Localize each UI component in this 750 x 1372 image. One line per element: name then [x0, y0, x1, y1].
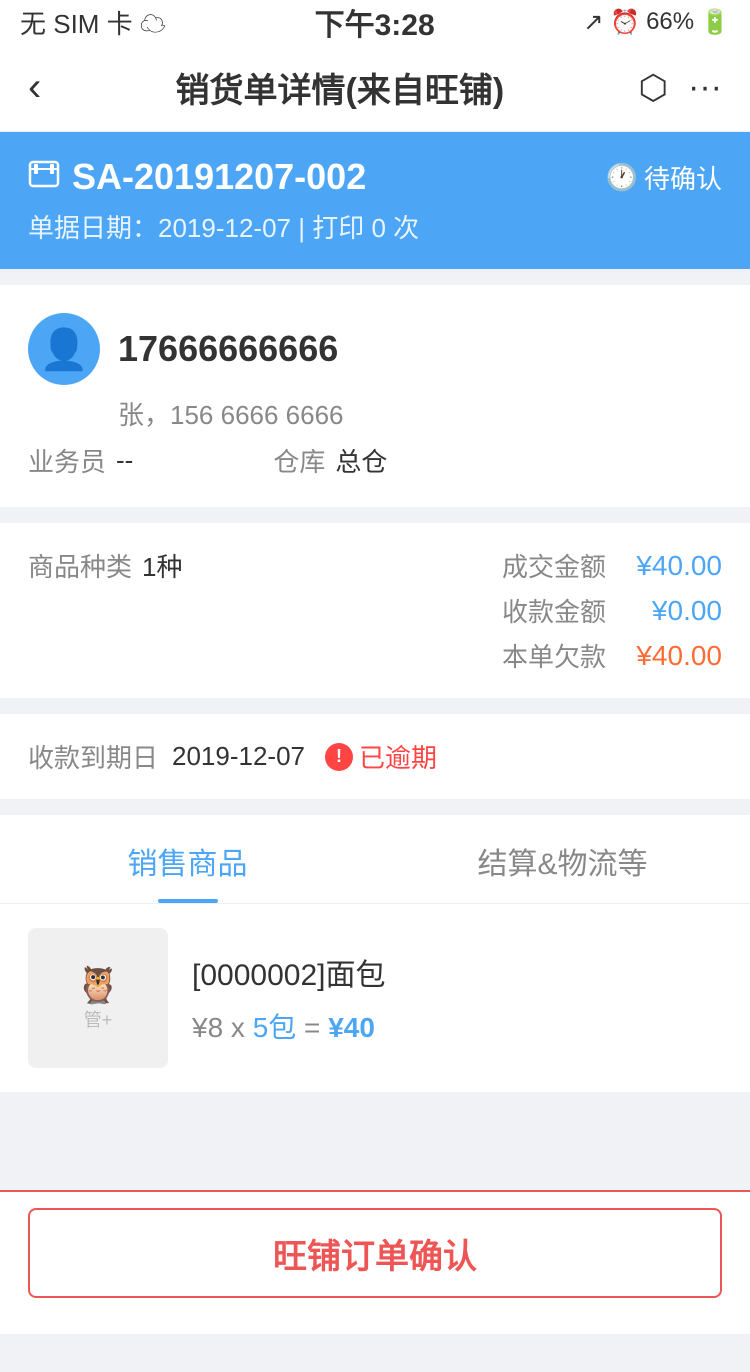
due-date-label: 收款到期日	[28, 738, 158, 775]
product-logo: 🦉	[76, 964, 121, 1006]
bottom-bar: 旺铺订单确认	[0, 1190, 750, 1334]
confirm-order-button[interactable]: 旺铺订单确认	[28, 1208, 722, 1298]
product-price-row: ¥8 x 5包 = ¥40	[192, 1006, 722, 1046]
received-amount-value: ¥0.00	[622, 595, 722, 627]
nav-actions: ⬡ ···	[638, 68, 722, 108]
share-icon[interactable]: ⬡	[638, 68, 668, 108]
person-icon: 👤	[39, 326, 89, 373]
deal-amount-label: 成交金额	[502, 547, 606, 584]
status-time: 下午3:28	[315, 0, 435, 44]
nav-bar: ‹ 销货单详情(来自旺铺) ⬡ ···	[0, 44, 750, 132]
received-amount-label: 收款金额	[502, 592, 606, 629]
status-battery: ↗ ⏰ 66% 🔋	[583, 8, 730, 37]
tab-settlement-logistics[interactable]: 结算&物流等	[375, 815, 750, 903]
order-id: SA-20191207-002	[28, 156, 366, 198]
order-icon	[28, 159, 60, 196]
customer-name: 张，156 6666 6666	[118, 395, 722, 432]
header-card: SA-20191207-002 🕐 待确认 单据日期：2019-12-07 | …	[0, 132, 750, 269]
product-details: [0000002]面包 ¥8 x 5包 = ¥40	[192, 950, 722, 1046]
due-section: 收款到期日 2019-12-07 ! 已逾期	[0, 714, 750, 799]
price-separator: =	[296, 1012, 328, 1043]
product-name: [0000002]面包	[192, 950, 722, 994]
overdue-badge: ! 已逾期	[325, 738, 437, 775]
order-status: 🕐 待确认	[606, 159, 722, 196]
customer-section: 👤 17666666666 张，156 6666 6666 业务员 -- 仓库 …	[0, 285, 750, 507]
tabs-section: 销售商品 结算&物流等 🦉 管+ [0000002]面包 ¥8 x 5包 = ¥…	[0, 815, 750, 1092]
tabs-row: 销售商品 结算&物流等	[0, 815, 750, 904]
due-date-value: 2019-12-07	[172, 741, 305, 772]
product-item: 🦉 管+ [0000002]面包 ¥8 x 5包 = ¥40	[0, 904, 750, 1092]
page-title: 销货单详情(来自旺铺)	[176, 63, 505, 112]
salesperson-value: --	[116, 445, 133, 476]
status-network: 无 SIM 卡 ☁	[20, 4, 166, 41]
deal-amount-value: ¥40.00	[622, 550, 722, 582]
salesperson-label: 业务员	[28, 442, 106, 479]
clock-icon: 🕐	[606, 162, 638, 193]
status-bar: 无 SIM 卡 ☁ 下午3:28 ↗ ⏰ 66% 🔋	[0, 0, 750, 44]
customer-meta: 业务员 -- 仓库 总仓	[28, 442, 722, 479]
order-date-info: 单据日期：2019-12-07 | 打印 0 次	[28, 208, 722, 245]
warehouse-label: 仓库	[273, 442, 325, 479]
owed-amount-label: 本单欠款	[502, 637, 606, 674]
customer-phone: 17666666666	[118, 328, 338, 370]
overdue-icon: !	[325, 743, 353, 771]
product-total: ¥40	[328, 1012, 375, 1043]
owed-amount-value: ¥40.00	[622, 640, 722, 672]
overdue-text: 已逾期	[359, 738, 437, 775]
product-logo-sub: 管+	[84, 1006, 113, 1032]
product-types: 商品种类 1种	[28, 547, 502, 584]
product-qty: 5包	[253, 1012, 297, 1043]
amounts-right: 成交金额 ¥40.00 收款金额 ¥0.00 本单欠款 ¥40.00	[502, 547, 722, 674]
back-button[interactable]: ‹	[28, 65, 41, 110]
avatar: 👤	[28, 313, 100, 385]
amounts-section: 商品种类 1种 成交金额 ¥40.00 收款金额 ¥0.00 本单欠款 ¥40.…	[0, 523, 750, 698]
product-thumbnail: 🦉 管+	[28, 928, 168, 1068]
price-label: ¥8 x	[192, 1012, 253, 1043]
warehouse-value: 总仓	[335, 442, 387, 479]
more-icon[interactable]: ···	[688, 68, 722, 107]
tab-sales-products[interactable]: 销售商品	[0, 815, 375, 903]
